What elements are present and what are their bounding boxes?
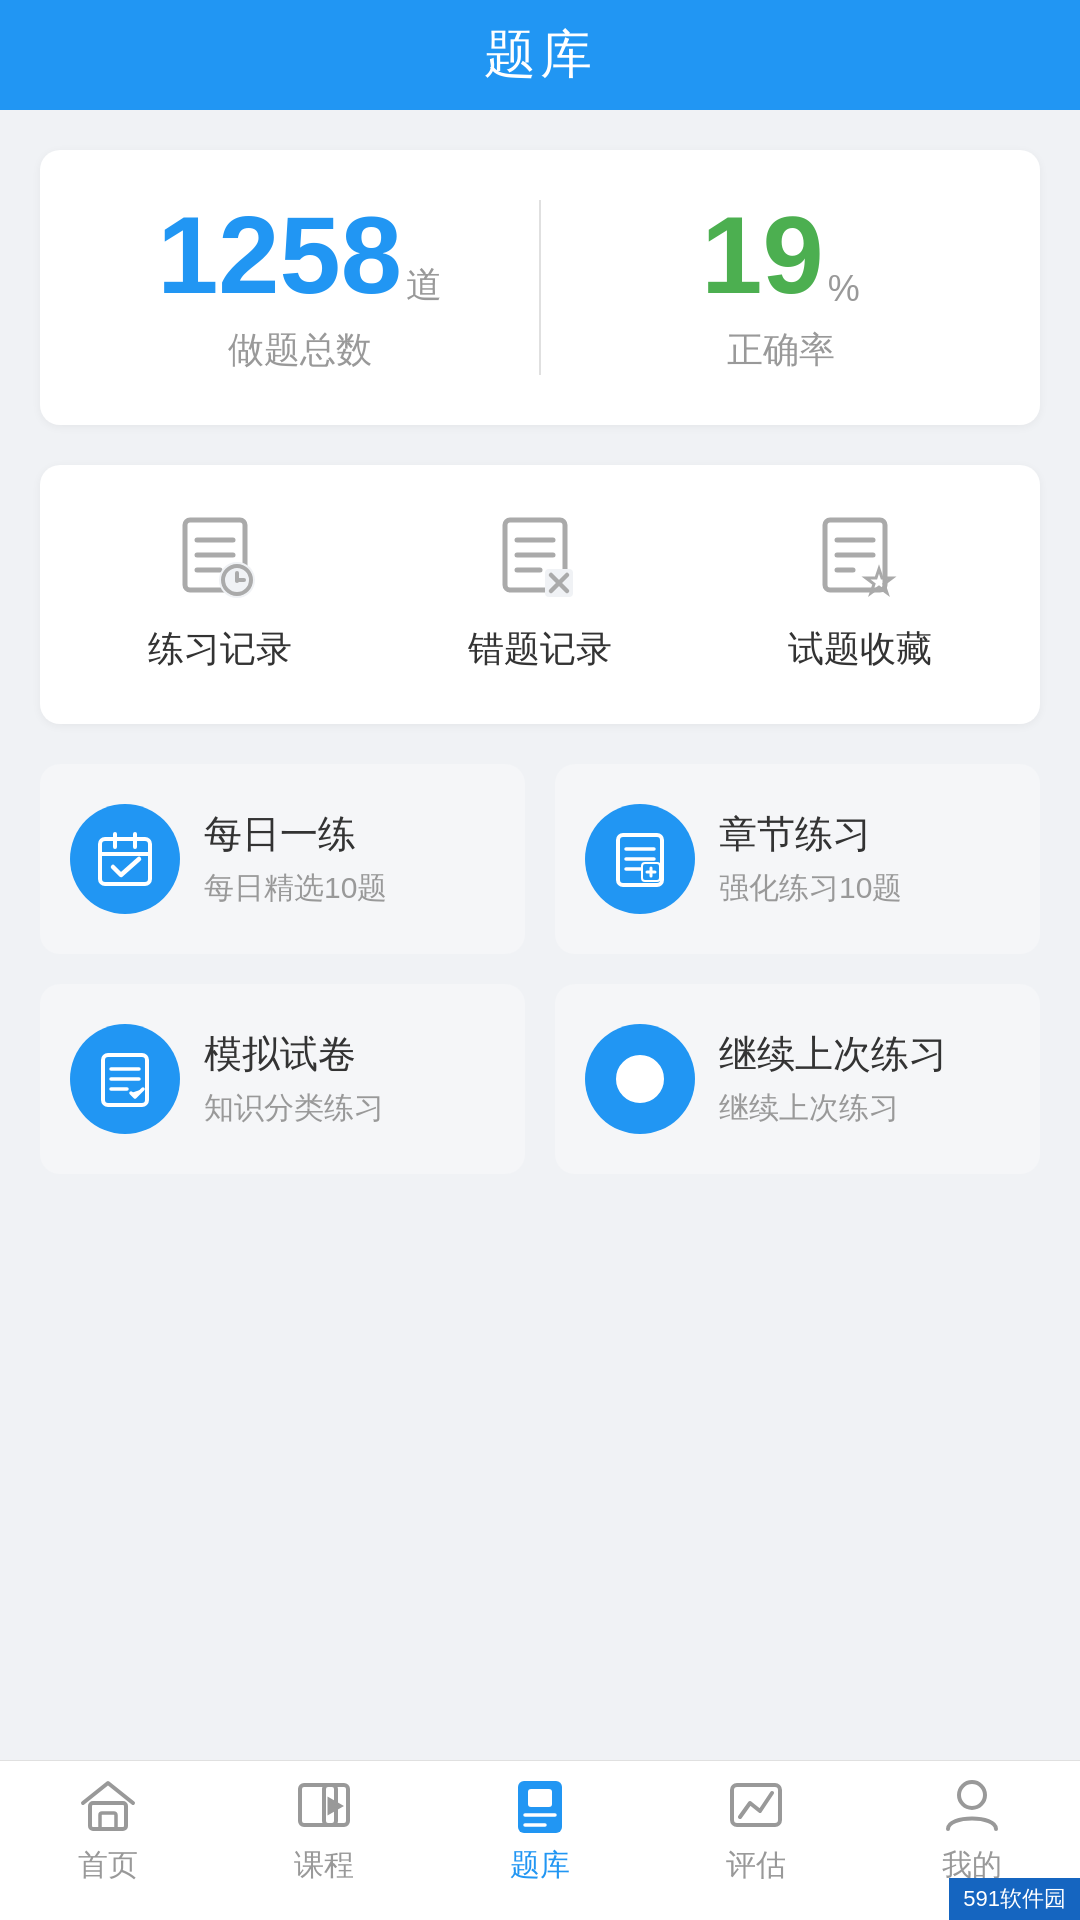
chapter-practice-title: 章节练习 — [719, 809, 902, 860]
accuracy-label: 正确率 — [727, 326, 835, 375]
quick-item-favorites-label: 试题收藏 — [788, 625, 932, 674]
svg-rect-38 — [90, 1803, 126, 1829]
nav-item-course[interactable]: 课程 — [244, 1775, 404, 1886]
stats-left: 1258 道 做题总数 — [100, 200, 541, 375]
quick-item-favorites[interactable]: 试题收藏 — [788, 515, 932, 674]
practice-record-icon — [175, 515, 265, 605]
error-record-icon — [495, 515, 585, 605]
nav-label-course: 课程 — [294, 1845, 354, 1886]
nav-item-mine[interactable]: 我的 — [892, 1775, 1052, 1886]
quick-item-practice-record[interactable]: 练习记录 — [148, 515, 292, 674]
chapter-practice-card[interactable]: 章节练习 强化练习10题 — [555, 764, 1040, 954]
main-content: 1258 道 做题总数 19 % 正确率 — [0, 110, 1080, 1760]
daily-practice-text: 每日一练 每日精选10题 — [204, 809, 387, 909]
home-icon — [78, 1775, 138, 1835]
svg-rect-44 — [528, 1789, 552, 1807]
mock-exam-text: 模拟试卷 知识分类练习 — [204, 1029, 384, 1129]
accuracy-number: 19 — [701, 200, 823, 310]
quick-item-practice-record-label: 练习记录 — [148, 625, 292, 674]
daily-practice-icon — [95, 829, 155, 889]
mine-icon — [942, 1775, 1002, 1835]
header: 题库 — [0, 0, 1080, 110]
svg-marker-42 — [329, 1799, 341, 1813]
page-title: 题库 — [484, 20, 596, 90]
nav-label-question-bank: 题库 — [510, 1845, 570, 1886]
continue-practice-text: 继续上次练习 继续上次练习 — [719, 1029, 947, 1129]
stats-right: 19 % 正确率 — [541, 200, 980, 375]
nav-label-evaluation: 评估 — [726, 1845, 786, 1886]
total-count-label: 做题总数 — [228, 326, 372, 375]
mock-exam-title: 模拟试卷 — [204, 1029, 384, 1080]
favorites-icon — [815, 515, 905, 605]
daily-practice-title: 每日一练 — [204, 809, 387, 860]
evaluation-icon — [726, 1775, 786, 1835]
nav-item-home[interactable]: 首页 — [28, 1775, 188, 1886]
chapter-practice-sub: 强化练习10题 — [719, 868, 902, 909]
continue-practice-icon-circle — [585, 1024, 695, 1134]
total-count-unit: 道 — [406, 261, 442, 310]
mock-exam-icon-circle — [70, 1024, 180, 1134]
course-icon — [294, 1775, 354, 1835]
daily-practice-card[interactable]: 每日一练 每日精选10题 — [40, 764, 525, 954]
practice-grid: 每日一练 每日精选10题 章节练习 强化练习10题 — [40, 764, 1040, 1174]
daily-practice-icon-circle — [70, 804, 180, 914]
svg-point-48 — [959, 1782, 985, 1808]
quick-item-error-record-label: 错题记录 — [468, 625, 612, 674]
mock-exam-icon — [95, 1049, 155, 1109]
quick-item-error-record[interactable]: 错题记录 — [468, 515, 612, 674]
accuracy-unit: % — [828, 268, 860, 310]
continue-practice-card[interactable]: 继续上次练习 继续上次练习 — [555, 984, 1040, 1174]
svg-rect-39 — [100, 1813, 116, 1829]
svg-rect-47 — [732, 1785, 780, 1825]
continue-practice-sub: 继续上次练习 — [719, 1088, 947, 1129]
stats-card: 1258 道 做题总数 19 % 正确率 — [40, 150, 1040, 425]
nav-item-evaluation[interactable]: 评估 — [676, 1775, 836, 1886]
chapter-practice-text: 章节练习 强化练习10题 — [719, 809, 902, 909]
question-bank-icon — [510, 1775, 570, 1835]
quick-access-card: 练习记录 错题记录 试题收藏 — [40, 465, 1040, 724]
watermark: 591软件园 — [949, 1878, 1080, 1920]
accuracy-row: 19 % — [701, 200, 859, 310]
chapter-practice-icon — [610, 829, 670, 889]
continue-practice-title: 继续上次练习 — [719, 1029, 947, 1080]
nav-item-question-bank[interactable]: 题库 — [460, 1775, 620, 1886]
mock-exam-card[interactable]: 模拟试卷 知识分类练习 — [40, 984, 525, 1174]
total-count-row: 1258 道 — [157, 200, 442, 310]
mock-exam-sub: 知识分类练习 — [204, 1088, 384, 1129]
daily-practice-sub: 每日精选10题 — [204, 868, 387, 909]
nav-label-home: 首页 — [78, 1845, 138, 1886]
total-count-number: 1258 — [157, 200, 402, 310]
bottom-nav: 首页 课程 题库 评估 我的 — [0, 1760, 1080, 1920]
continue-practice-icon — [610, 1049, 670, 1109]
svg-rect-20 — [100, 839, 150, 884]
chapter-practice-icon-circle — [585, 804, 695, 914]
